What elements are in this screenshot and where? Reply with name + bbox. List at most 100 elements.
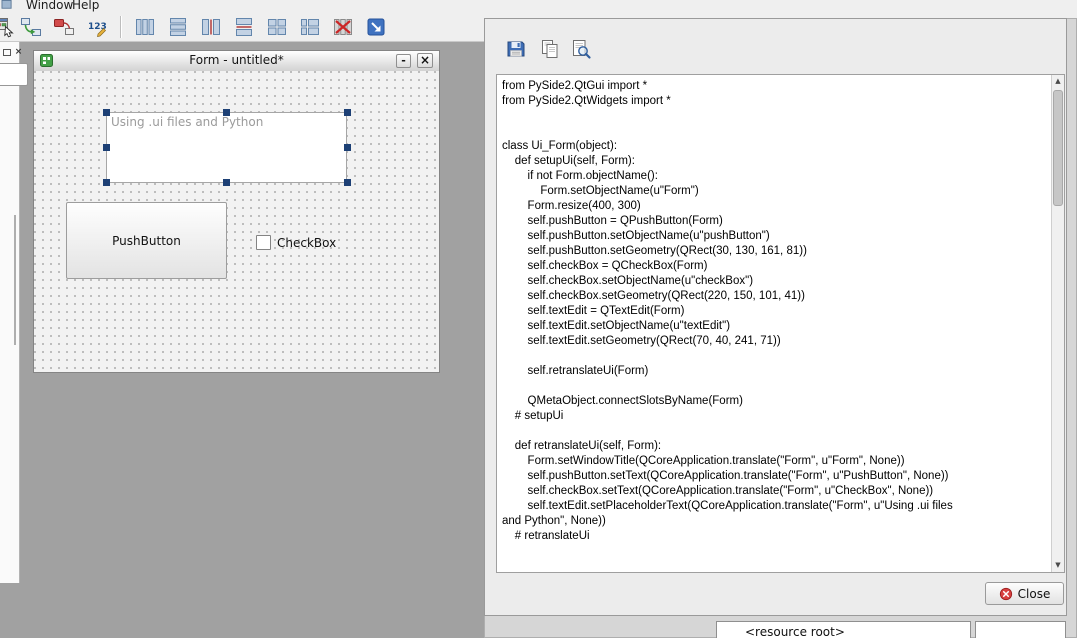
lay-out-horizontally-icon (134, 16, 156, 38)
form-close-button[interactable]: × (417, 53, 433, 68)
dialog-close-button[interactable]: Close (985, 582, 1064, 605)
find-icon (570, 38, 592, 60)
lay-out-vertically-in-splitter-icon (233, 16, 255, 38)
edit-signals-slots-icon (20, 16, 42, 38)
widget-box-panel: × (0, 42, 20, 583)
adjust-size-icon (365, 16, 387, 38)
code-line: self.checkBox.setText(QCoreApplication.t… (502, 484, 1049, 499)
menubar: Window Help (0, 0, 1077, 13)
code-line: and Python", None)) (502, 514, 1049, 529)
code-line (502, 349, 1049, 364)
dock-float-icon (3, 49, 11, 56)
scrollbar-down-arrow[interactable]: ▼ (1052, 559, 1064, 572)
toolbar-separator (120, 16, 122, 38)
break-layout-button[interactable] (332, 16, 354, 38)
edit-buddies-icon (53, 16, 75, 38)
selection-handle[interactable] (103, 109, 110, 116)
checkbox-widget[interactable]: CheckBox (256, 222, 357, 263)
code-line: Form.setWindowTitle(QCoreApplication.tra… (502, 454, 1049, 469)
pushbutton-widget[interactable]: PushButton (66, 202, 227, 279)
code-line: self.textEdit = QTextEdit(Form) (502, 304, 1049, 319)
code-line: self.textEdit.setPlaceholderText(QCoreAp… (502, 499, 1049, 514)
code-view[interactable]: from PySide2.QtGui import *from PySide2.… (496, 74, 1065, 573)
close-circle-icon (999, 587, 1013, 601)
scrollbar-handle[interactable] (1053, 90, 1063, 206)
code-line: self.textEdit.setObjectName(u"textEdit") (502, 319, 1049, 334)
code-scrollbar[interactable]: ▲ ▼ (1051, 75, 1064, 572)
code-line: from PySide2.QtWidgets import * (502, 94, 1049, 109)
code-line: self.pushButton.setText(QCoreApplication… (502, 469, 1049, 484)
resource-root-item[interactable]: <resource root> (716, 621, 971, 638)
code-line: # setupUi (502, 409, 1049, 424)
lay-out-in-form-layout-button[interactable] (299, 16, 321, 38)
copy-button[interactable] (539, 38, 561, 60)
scrollbar-up-arrow[interactable]: ▲ (1052, 75, 1064, 88)
code-line: self.pushButton.setGeometry(QRect(30, 13… (502, 244, 1049, 259)
lay-out-vertically-button[interactable] (167, 16, 189, 38)
textedit-widget[interactable]: Using .ui files and Python (106, 112, 347, 183)
selection-handle[interactable] (103, 144, 110, 151)
widget-box-scrollbar[interactable] (14, 215, 16, 345)
adjust-size-button[interactable] (365, 16, 387, 38)
code-line: Form.setObjectName(u"Form") (502, 184, 1049, 199)
edit-buddies-button[interactable] (53, 16, 75, 38)
code-line: def setupUi(self, Form): (502, 154, 1049, 169)
qt-designer-screen: Window Help (0, 0, 1077, 638)
copy-icon (539, 38, 561, 60)
code-line (502, 109, 1049, 124)
lay-out-horizontally-in-splitter-button[interactable] (200, 16, 222, 38)
dock-close-button[interactable]: × (13, 47, 24, 58)
form-window-titlebar[interactable]: Form - untitled* - × (34, 51, 439, 72)
dock-float-button[interactable] (1, 47, 12, 58)
lay-out-in-grid-icon (266, 16, 288, 38)
lay-out-in-form-layout-icon (299, 16, 321, 38)
checkbox-label: CheckBox (277, 236, 336, 250)
selection-handle[interactable] (344, 179, 351, 186)
menu-help[interactable]: Help (72, 0, 99, 12)
code-line: self.pushButton.setObjectName(u"pushButt… (502, 229, 1049, 244)
form-minimize-button[interactable]: - (396, 54, 411, 68)
code-line: # retranslateUi (502, 529, 1049, 544)
widget-filter-input[interactable] (0, 63, 28, 86)
resource-root-label: <resource root> (745, 625, 845, 638)
edit-widgets-icon (0, 16, 15, 38)
lay-out-vertically-in-splitter-button[interactable] (233, 16, 255, 38)
resource-side-panel (975, 621, 1066, 638)
dialog-close-label: Close (1018, 587, 1051, 601)
selection-handle[interactable] (223, 109, 230, 116)
code-line: class Ui_Form(object): (502, 139, 1049, 154)
code-lines: from PySide2.QtGui import *from PySide2.… (497, 75, 1051, 572)
code-line (502, 424, 1049, 439)
lay-out-horizontally-in-splitter-icon (200, 16, 222, 38)
textedit-placeholder: Using .ui files and Python (111, 115, 263, 129)
lay-out-horizontally-button[interactable] (134, 16, 156, 38)
code-line: def retranslateUi(self, Form): (502, 439, 1049, 454)
checkbox-indicator[interactable] (256, 235, 271, 250)
form-canvas[interactable]: Using .ui files and Python PushButton Ch… (34, 71, 439, 372)
selection-handle[interactable] (344, 144, 351, 151)
save-icon (505, 38, 527, 60)
code-line: self.textEdit.setGeometry(QRect(70, 40, … (502, 334, 1049, 349)
edit-tab-order-button[interactable]: 123 (86, 16, 108, 38)
edit-widgets-button[interactable] (0, 16, 15, 38)
form-designer-window: Form - untitled* - × Using .ui files and… (33, 50, 440, 373)
find-button[interactable] (570, 38, 592, 60)
code-line (502, 124, 1049, 139)
selection-handle[interactable] (223, 179, 230, 186)
code-line: QMetaObject.connectSlotsByName(Form) (502, 394, 1049, 409)
selection-handle[interactable] (103, 179, 110, 186)
lay-out-in-grid-button[interactable] (266, 16, 288, 38)
code-line: self.pushButton = QPushButton(Form) (502, 214, 1049, 229)
selection-handle[interactable] (344, 109, 351, 116)
save-button[interactable] (505, 38, 527, 60)
code-preview-dialog: from PySide2.QtGui import *from PySide2.… (484, 18, 1067, 616)
form-window-title: Form - untitled* (34, 53, 439, 67)
code-line: Form.resize(400, 300) (502, 199, 1049, 214)
lay-out-vertically-icon (167, 16, 189, 38)
edit-signals-slots-button[interactable] (20, 16, 42, 38)
pushbutton-label: PushButton (112, 234, 181, 248)
menu-window[interactable]: Window (26, 0, 73, 12)
code-line: if not Form.objectName(): (502, 169, 1049, 184)
code-line: from PySide2.QtGui import * (502, 79, 1049, 94)
edit-tab-order-icon: 123 (86, 16, 108, 38)
